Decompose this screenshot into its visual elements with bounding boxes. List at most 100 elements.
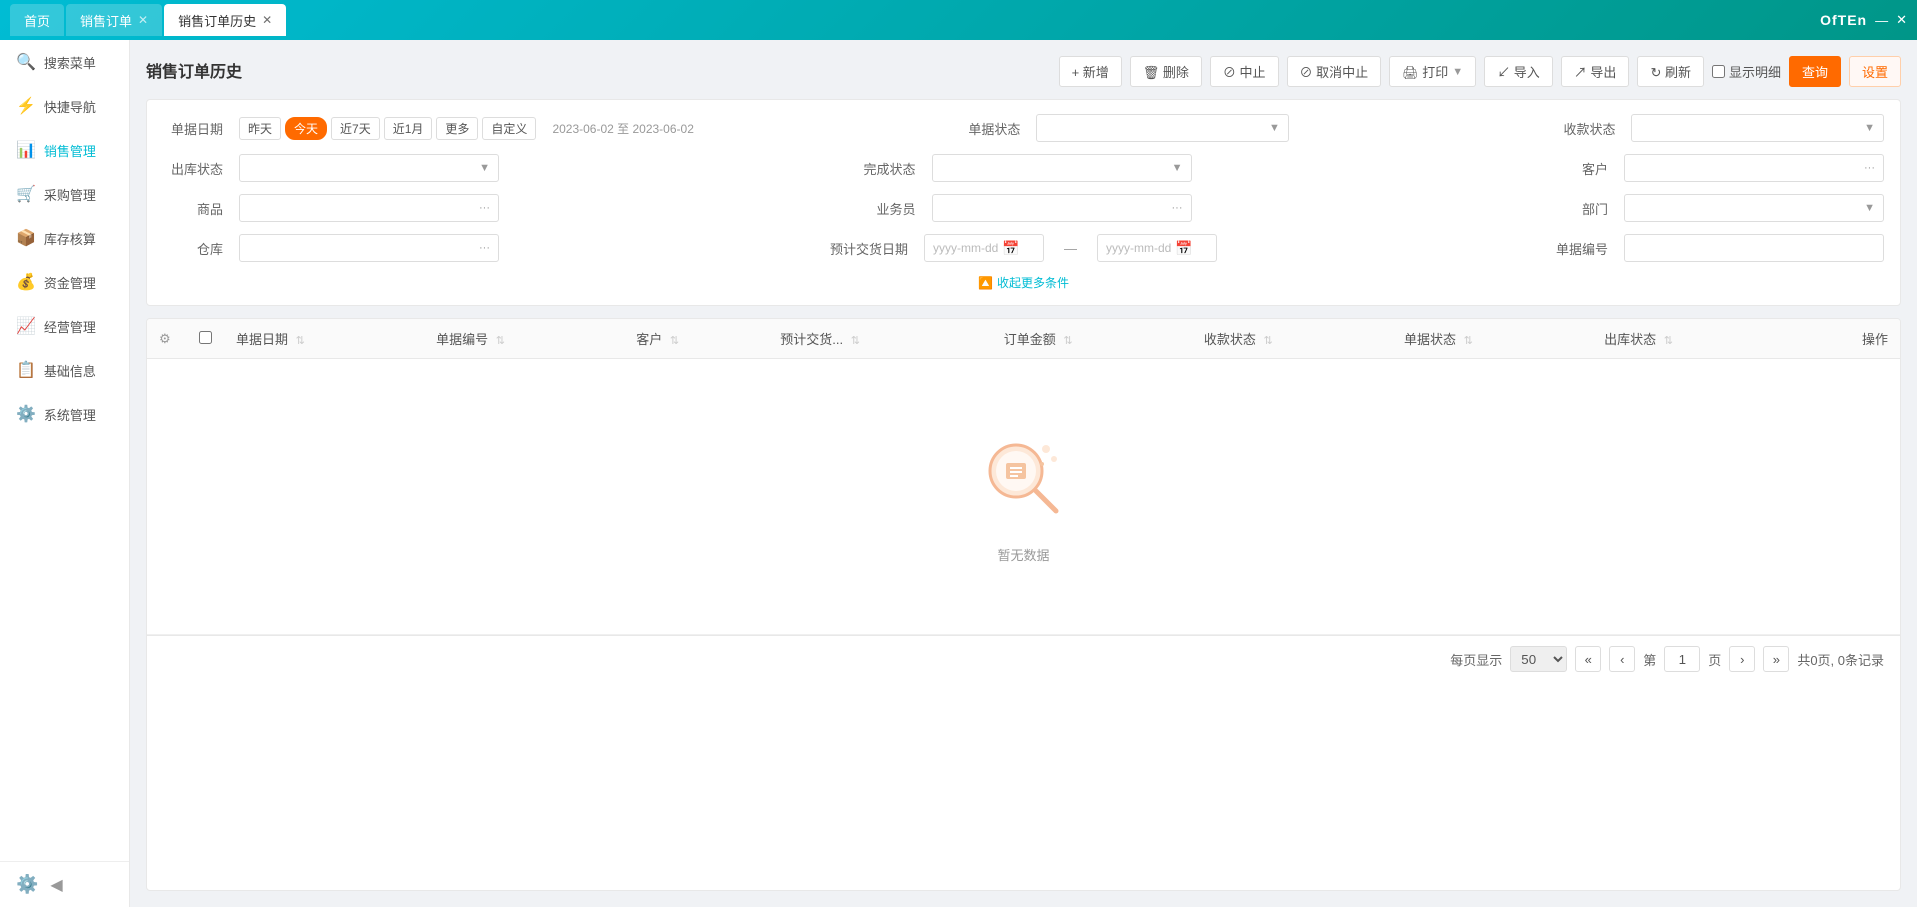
warehouse-ellipsis-icon: ···	[479, 242, 490, 254]
warehouse-select[interactable]: ···	[239, 234, 499, 262]
delete-btn[interactable]: 🗑 删除	[1130, 56, 1202, 87]
bill-status-select[interactable]: ▼	[1036, 114, 1289, 142]
th-checkbox	[187, 319, 224, 359]
delivery-date-label: 预计交货日期	[830, 239, 908, 258]
prev-page-btn[interactable]: ‹	[1609, 646, 1635, 672]
sidebar-bottom: ⚙️ ◀	[0, 861, 129, 907]
delivery-date-end-placeholder: yyyy-mm-dd	[1106, 241, 1171, 255]
customer-label: 客户	[1548, 159, 1608, 178]
tab-sales-order-history[interactable]: 销售订单历史 ✕	[164, 4, 286, 36]
settings-btn[interactable]: 设置	[1849, 56, 1901, 87]
sidebar-collapse-icon[interactable]: ◀	[50, 875, 62, 895]
cancel-stop-btn[interactable]: ⊘ 取消中止	[1287, 56, 1382, 87]
sidebar-item-purchase-mgmt-label: 采购管理	[44, 185, 96, 204]
export-btn[interactable]: ↗ 导出	[1561, 56, 1630, 87]
date-btn-today[interactable]: 今天	[285, 117, 327, 140]
main-layout: 🔍 搜索菜单 ⚡ 快捷导航 📊 销售管理 🛒 采购管理 📦 库存核算 💰 资金管…	[0, 40, 1917, 907]
bill-no-sort-icon: ⇅	[496, 335, 505, 347]
inventory-check-icon: 📦	[16, 228, 36, 248]
complete-select[interactable]: ▼	[932, 154, 1192, 182]
date-btn-yesterday[interactable]: 昨天	[239, 117, 281, 140]
th-stock-out-status[interactable]: 出库状态 ⇅	[1592, 319, 1792, 359]
tab-sales-order-history-close[interactable]: ✕	[262, 13, 272, 27]
sidebar-item-sales-mgmt-label: 销售管理	[44, 141, 96, 160]
page-num-input[interactable]	[1664, 646, 1700, 672]
bill-no-input[interactable]	[1624, 234, 1884, 262]
tab-sales-order-history-label: 销售订单历史	[178, 11, 256, 30]
date-filter-label: 单据日期	[163, 119, 223, 138]
sidebar-item-quick-nav[interactable]: ⚡ 快捷导航	[0, 84, 129, 128]
table-body: 暂无数据	[147, 359, 1900, 635]
date-btn-7days[interactable]: 近7天	[331, 117, 380, 140]
ops-mgmt-icon: 📈	[16, 316, 36, 336]
customer-select[interactable]: ···	[1624, 154, 1884, 182]
sidebar-item-purchase-mgmt[interactable]: 🛒 采购管理	[0, 172, 129, 216]
tab-sales-order-label: 销售订单	[80, 11, 132, 30]
empty-illustration	[974, 429, 1074, 529]
sidebar-settings-icon[interactable]: ⚙️	[16, 874, 38, 895]
first-page-btn[interactable]: «	[1575, 646, 1601, 672]
new-btn[interactable]: + 新增	[1059, 56, 1122, 87]
tab-sales-order[interactable]: 销售订单 ✕	[66, 4, 162, 36]
dept-select[interactable]: ▼	[1624, 194, 1884, 222]
th-delivery-date[interactable]: 预计交货... ⇅	[768, 319, 991, 359]
sidebar-item-sales-mgmt[interactable]: 📊 销售管理	[0, 128, 129, 172]
product-select[interactable]: ···	[239, 194, 499, 222]
stop-btn[interactable]: ⊘ 中止	[1210, 56, 1279, 87]
show-detail-checkbox[interactable]	[1712, 65, 1725, 78]
next-page-btn[interactable]: ›	[1729, 646, 1755, 672]
date-btn-more[interactable]: 更多	[436, 117, 478, 140]
page-title: 销售订单历史	[146, 58, 242, 82]
delivery-date-start-input[interactable]: yyyy-mm-dd 📅	[924, 234, 1044, 262]
th-bill-date[interactable]: 单据日期 ⇅	[224, 319, 424, 359]
last-page-btn[interactable]: »	[1763, 646, 1789, 672]
action-bar: + 新增 🗑 删除 ⊘ 中止 ⊘ 取消中止 🖨 打印 ▼ ↙ 导入 ↗ 导出 ↻…	[1059, 56, 1901, 87]
table-settings-icon[interactable]: ⚙	[159, 331, 171, 346]
sidebar-item-fund-mgmt[interactable]: 💰 资金管理	[0, 260, 129, 304]
print-btn[interactable]: 🖨 打印 ▼	[1389, 56, 1476, 87]
sidebar-item-inventory-check[interactable]: 📦 库存核算	[0, 216, 129, 260]
minimize-btn[interactable]: —	[1875, 13, 1888, 28]
sidebar-item-basic-info[interactable]: 📋 基础信息	[0, 348, 129, 392]
select-all-checkbox[interactable]	[199, 331, 212, 344]
tab-sales-order-close[interactable]: ✕	[138, 13, 148, 27]
page-header: 销售订单历史 + 新增 🗑 删除 ⊘ 中止 ⊘ 取消中止 🖨 打印 ▼ ↙ 导入…	[146, 56, 1901, 87]
product-ellipsis-icon: ···	[479, 202, 490, 214]
sidebar-item-ops-mgmt-label: 经营管理	[44, 317, 96, 336]
close-btn[interactable]: ✕	[1896, 12, 1907, 28]
empty-state: 暂无数据	[159, 369, 1888, 624]
collapse-btn[interactable]: 🔼 收起更多条件	[163, 274, 1884, 291]
refresh-btn[interactable]: ↻ 刷新	[1637, 56, 1704, 87]
query-btn[interactable]: 查询	[1789, 56, 1841, 87]
sidebar-item-ops-mgmt[interactable]: 📈 经营管理	[0, 304, 129, 348]
page-size-select[interactable]: 20 50 100	[1510, 646, 1567, 672]
th-bill-no[interactable]: 单据编号 ⇅	[424, 319, 624, 359]
stock-out-chevron-icon: ▼	[479, 162, 490, 174]
customer-sort-icon: ⇅	[670, 335, 679, 347]
stock-out-select[interactable]: ▼	[239, 154, 499, 182]
empty-cell: 暂无数据	[147, 359, 1900, 635]
filter-row-2: 出库状态 ▼ 完成状态 ▼ 客户 ···	[163, 154, 1884, 182]
salesman-select[interactable]: ···	[932, 194, 1192, 222]
total-info: 共0页, 0条记录	[1797, 650, 1884, 669]
sidebar-item-inventory-check-label: 库存核算	[44, 229, 96, 248]
show-detail-checkbox-label[interactable]: 显示明细	[1712, 62, 1781, 81]
th-settings: ⚙	[147, 319, 187, 359]
delivery-date-start-placeholder: yyyy-mm-dd	[933, 241, 998, 255]
delivery-date-end-input[interactable]: yyyy-mm-dd 📅	[1097, 234, 1217, 262]
product-label: 商品	[163, 199, 223, 218]
jump-prefix: 第	[1643, 650, 1656, 669]
date-btn-custom[interactable]: 自定义	[482, 117, 536, 140]
date-btn-1month[interactable]: 近1月	[384, 117, 433, 140]
payment-status-select[interactable]: ▼	[1631, 114, 1884, 142]
top-bar: 首页 销售订单 ✕ 销售订单历史 ✕ OfTEn — ✕	[0, 0, 1917, 40]
th-order-amount[interactable]: 订单金额 ⇅	[992, 319, 1192, 359]
th-customer[interactable]: 客户 ⇅	[624, 319, 768, 359]
tab-home[interactable]: 首页	[10, 4, 64, 36]
sidebar-item-search-menu[interactable]: 🔍 搜索菜单	[0, 40, 129, 84]
jump-suffix: 页	[1708, 650, 1721, 669]
th-bill-status[interactable]: 单据状态 ⇅	[1392, 319, 1592, 359]
sidebar-item-system-mgmt[interactable]: ⚙️ 系统管理	[0, 392, 129, 436]
import-btn[interactable]: ↙ 导入	[1484, 56, 1553, 87]
th-payment-status[interactable]: 收款状态 ⇅	[1192, 319, 1392, 359]
